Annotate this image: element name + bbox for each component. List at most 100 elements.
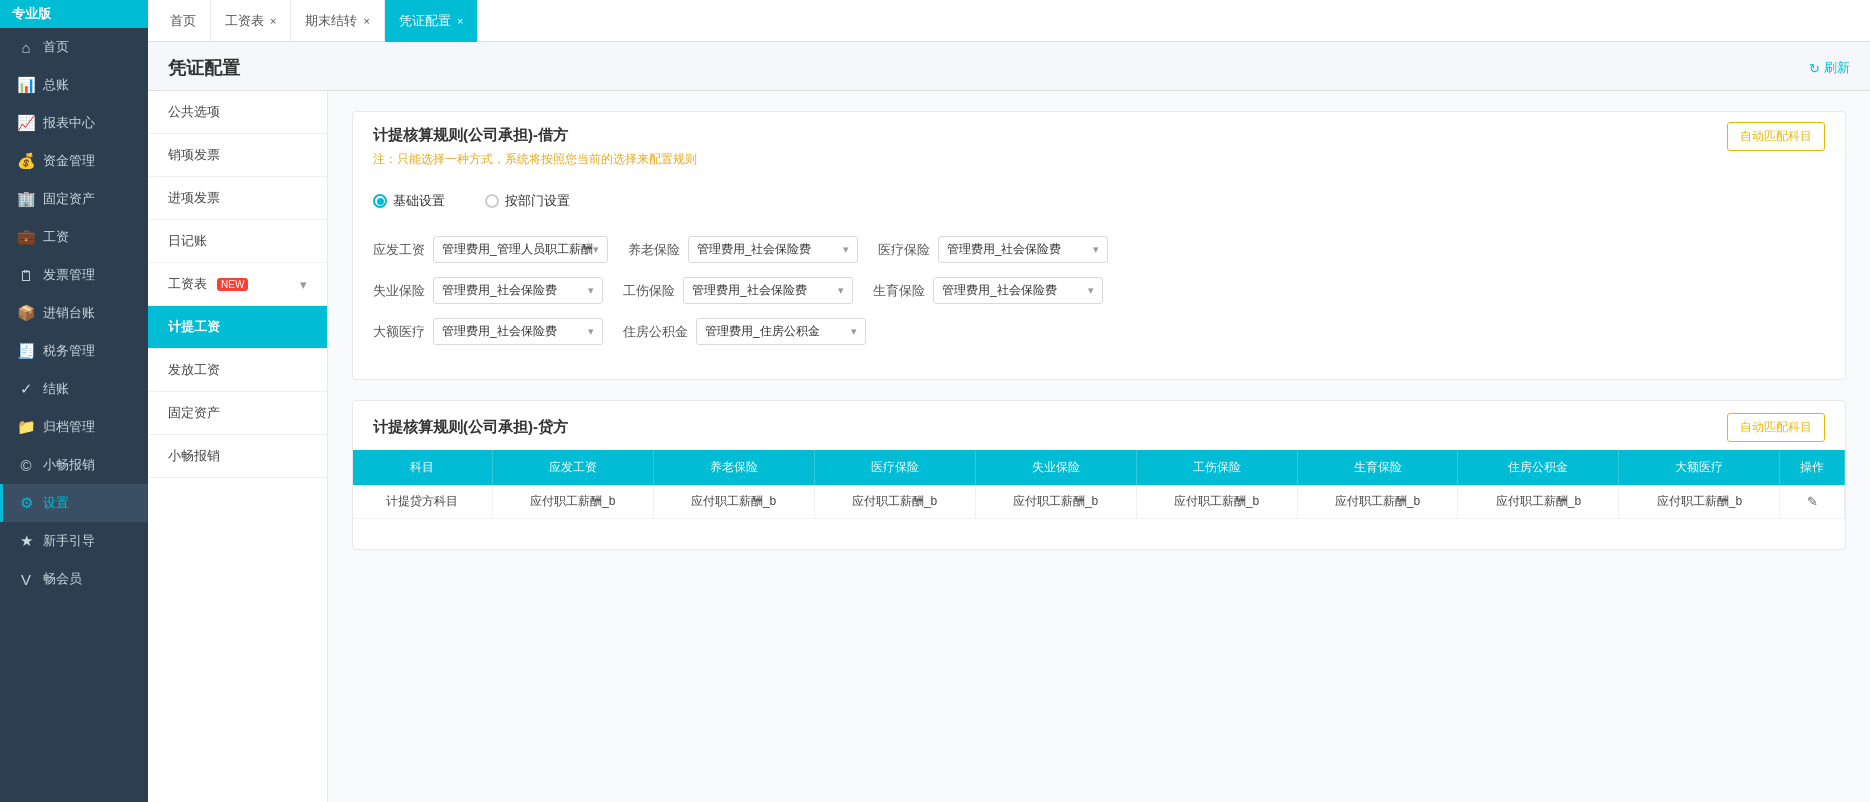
sidebar-item-member[interactable]: V 畅会员 bbox=[0, 560, 148, 598]
home-icon: ⌂ bbox=[17, 39, 35, 56]
chevron-icon: ▾ bbox=[838, 284, 844, 297]
form-row-3: 大额医疗 管理费用_社会保险费 ▾ 住房公积金 管理费用_住房公积金 ▾ bbox=[373, 318, 1825, 345]
form-row-2: 失业保险 管理费用_社会保险费 ▾ 工伤保险 管理费用_社会保险费 ▾ bbox=[373, 277, 1825, 304]
left-nav-calc-salary[interactable]: 计提工资 bbox=[148, 306, 327, 349]
sidebar-item-invoice[interactable]: 🗒 发票管理 bbox=[0, 256, 148, 294]
th-action: 操作 bbox=[1780, 450, 1845, 485]
td-unemployment: 应付职工薪酬_b bbox=[975, 485, 1136, 519]
sidebar-item-archive[interactable]: 📁 归档管理 bbox=[0, 408, 148, 446]
field-gross-salary: 应发工资 管理费用_管理人员职工薪酬 ▾ bbox=[373, 236, 608, 263]
section-debit-rules: 计提核算规则(公司承担)-借方 注：只能选择一种方式，系统将按照您当前的选择来配… bbox=[352, 111, 1846, 380]
tab-voucher-config-label: 凭证配置 bbox=[399, 12, 451, 30]
settings-icon: ⚙ bbox=[17, 494, 35, 512]
left-nav-petty-cash[interactable]: 小畅报销 bbox=[148, 435, 327, 478]
td-housing: 应付职工薪酬_b bbox=[1458, 485, 1619, 519]
tab-voucher-config-close[interactable]: × bbox=[457, 15, 463, 27]
field-major-medical: 大额医疗 管理费用_社会保险费 ▾ bbox=[373, 318, 603, 345]
td-subject: 计提贷方科目 bbox=[353, 485, 492, 519]
auto-match-debit-button[interactable]: 自动匹配科目 bbox=[1727, 122, 1825, 151]
select-medical[interactable]: 管理费用_社会保险费 ▾ bbox=[938, 236, 1108, 263]
th-medical: 医疗保险 bbox=[814, 450, 975, 485]
tab-period-end-label: 期末结转 bbox=[305, 12, 357, 30]
sidebar-item-stock[interactable]: 📦 进销台账 bbox=[0, 294, 148, 332]
right-content: 计提核算规则(公司承担)-借方 注：只能选择一种方式，系统将按照您当前的选择来配… bbox=[328, 91, 1870, 802]
tax-icon: 🧾 bbox=[17, 342, 35, 360]
section1-note: 注：只能选择一种方式，系统将按照您当前的选择来配置规则 bbox=[353, 145, 717, 174]
radio-basic[interactable]: 基础设置 bbox=[373, 192, 445, 210]
select-pension[interactable]: 管理费用_社会保险费 ▾ bbox=[688, 236, 858, 263]
field-housing-fund: 住房公积金 管理费用_住房公积金 ▾ bbox=[623, 318, 866, 345]
salary-icon: 💼 bbox=[17, 228, 35, 246]
chevron-icon: ▾ bbox=[1093, 243, 1099, 256]
th-major-medical: 大额医疗 bbox=[1619, 450, 1780, 485]
sidebar-item-settings[interactable]: ⚙ 设置 bbox=[0, 484, 148, 522]
refresh-button[interactable]: ↻ 刷新 bbox=[1809, 59, 1850, 77]
radio-group: 基础设置 按部门设置 bbox=[373, 184, 1825, 218]
tab-payroll-label: 工资表 bbox=[225, 12, 264, 30]
td-action[interactable]: ✎ bbox=[1780, 485, 1845, 519]
field-pension: 养老保险 管理费用_社会保险费 ▾ bbox=[628, 236, 858, 263]
sidebar-item-closing[interactable]: ✓ 结账 bbox=[0, 370, 148, 408]
sidebar-item-funds[interactable]: 💰 资金管理 bbox=[0, 142, 148, 180]
th-injury: 工伤保险 bbox=[1136, 450, 1297, 485]
left-nav-public[interactable]: 公共选项 bbox=[148, 91, 327, 134]
main-area: 首页 工资表 × 期末结转 × 凭证配置 × 凭证配置 ↻ 刷新 公共选项 bbox=[148, 0, 1870, 802]
field-injury: 工伤保险 管理费用_社会保险费 ▾ bbox=[623, 277, 853, 304]
page-header: 凭证配置 ↻ 刷新 bbox=[148, 42, 1870, 91]
td-major-medical: 应付职工薪酬_b bbox=[1619, 485, 1780, 519]
field-medical: 医疗保险 管理费用_社会保险费 ▾ bbox=[878, 236, 1108, 263]
sidebar-item-ledger[interactable]: 📊 总账 bbox=[0, 66, 148, 104]
td-pension: 应付职工薪酬_b bbox=[653, 485, 814, 519]
tab-home[interactable]: 首页 bbox=[156, 0, 211, 42]
section2-header: 计提核算规则(公司承担)-贷方 自动匹配科目 bbox=[353, 401, 1845, 450]
left-nav-journal[interactable]: 日记账 bbox=[148, 220, 327, 263]
select-injury[interactable]: 管理费用_社会保险费 ▾ bbox=[683, 277, 853, 304]
sidebar-item-xiaochange[interactable]: © 小畅报销 bbox=[0, 446, 148, 484]
sidebar: 专业版 ⌂ 首页 📊 总账 📈 报表中心 💰 资金管理 🏢 固定资产 💼 工资 … bbox=[0, 0, 148, 802]
select-housing-fund[interactable]: 管理费用_住房公积金 ▾ bbox=[696, 318, 866, 345]
left-nav: 公共选项 销项发票 进项发票 日记账 工资表 NEW ▾ 计提工资 发放工资 bbox=[148, 91, 328, 802]
left-nav-sales-invoice[interactable]: 销项发票 bbox=[148, 134, 327, 177]
tab-period-end[interactable]: 期末结转 × bbox=[291, 0, 384, 42]
field-unemployment: 失业保险 管理费用_社会保险费 ▾ bbox=[373, 277, 603, 304]
sidebar-item-fixed-assets[interactable]: 🏢 固定资产 bbox=[0, 180, 148, 218]
radio-dept[interactable]: 按部门设置 bbox=[485, 192, 570, 210]
sidebar-item-tax[interactable]: 🧾 税务管理 bbox=[0, 332, 148, 370]
sidebar-item-guide[interactable]: ★ 新手引导 bbox=[0, 522, 148, 560]
closing-icon: ✓ bbox=[17, 380, 35, 398]
tab-voucher-config[interactable]: 凭证配置 × bbox=[385, 0, 478, 42]
guide-icon: ★ bbox=[17, 532, 35, 550]
th-maternity: 生育保险 bbox=[1297, 450, 1458, 485]
left-nav-fixed-assets-item[interactable]: 固定资产 bbox=[148, 392, 327, 435]
sidebar-item-salary[interactable]: 💼 工资 bbox=[0, 218, 148, 256]
form-row-1: 应发工资 管理费用_管理人员职工薪酬 ▾ 养老保险 管理费用_社会保险费 ▾ bbox=[373, 236, 1825, 263]
radio-dept-circle bbox=[485, 194, 499, 208]
stock-icon: 📦 bbox=[17, 304, 35, 322]
auto-match-credit-button[interactable]: 自动匹配科目 bbox=[1727, 413, 1825, 442]
select-maternity[interactable]: 管理费用_社会保险费 ▾ bbox=[933, 277, 1103, 304]
new-badge: NEW bbox=[217, 278, 248, 291]
tab-payroll[interactable]: 工资表 × bbox=[211, 0, 291, 42]
th-subject: 科目 bbox=[353, 450, 492, 485]
tab-payroll-close[interactable]: × bbox=[270, 15, 276, 27]
select-major-medical[interactable]: 管理费用_社会保险费 ▾ bbox=[433, 318, 603, 345]
sidebar-item-reports[interactable]: 📈 报表中心 bbox=[0, 104, 148, 142]
th-pension: 养老保险 bbox=[653, 450, 814, 485]
th-unemployment: 失业保险 bbox=[975, 450, 1136, 485]
td-maternity: 应付职工薪酬_b bbox=[1297, 485, 1458, 519]
th-gross: 应发工资 bbox=[492, 450, 653, 485]
edit-icon[interactable]: ✎ bbox=[1807, 494, 1818, 509]
page-title: 凭证配置 bbox=[168, 56, 240, 80]
sidebar-item-home[interactable]: ⌂ 首页 bbox=[0, 28, 148, 66]
chevron-icon: ▾ bbox=[588, 284, 594, 297]
left-nav-purchase-invoice[interactable]: 进项发票 bbox=[148, 177, 327, 220]
select-gross-salary[interactable]: 管理费用_管理人员职工薪酬 ▾ bbox=[433, 236, 608, 263]
ledger-icon: 📊 bbox=[17, 76, 35, 94]
tabs-bar: 首页 工资表 × 期末结转 × 凭证配置 × bbox=[148, 0, 1870, 42]
fixed-assets-icon: 🏢 bbox=[17, 190, 35, 208]
tab-period-end-close[interactable]: × bbox=[363, 15, 369, 27]
section1-body: 基础设置 按部门设置 应发工资 管理费用_管理人员职工薪酬 bbox=[353, 174, 1845, 379]
select-unemployment[interactable]: 管理费用_社会保险费 ▾ bbox=[433, 277, 603, 304]
left-nav-pay-salary[interactable]: 发放工资 bbox=[148, 349, 327, 392]
left-nav-payroll-table[interactable]: 工资表 NEW ▾ bbox=[148, 263, 327, 306]
